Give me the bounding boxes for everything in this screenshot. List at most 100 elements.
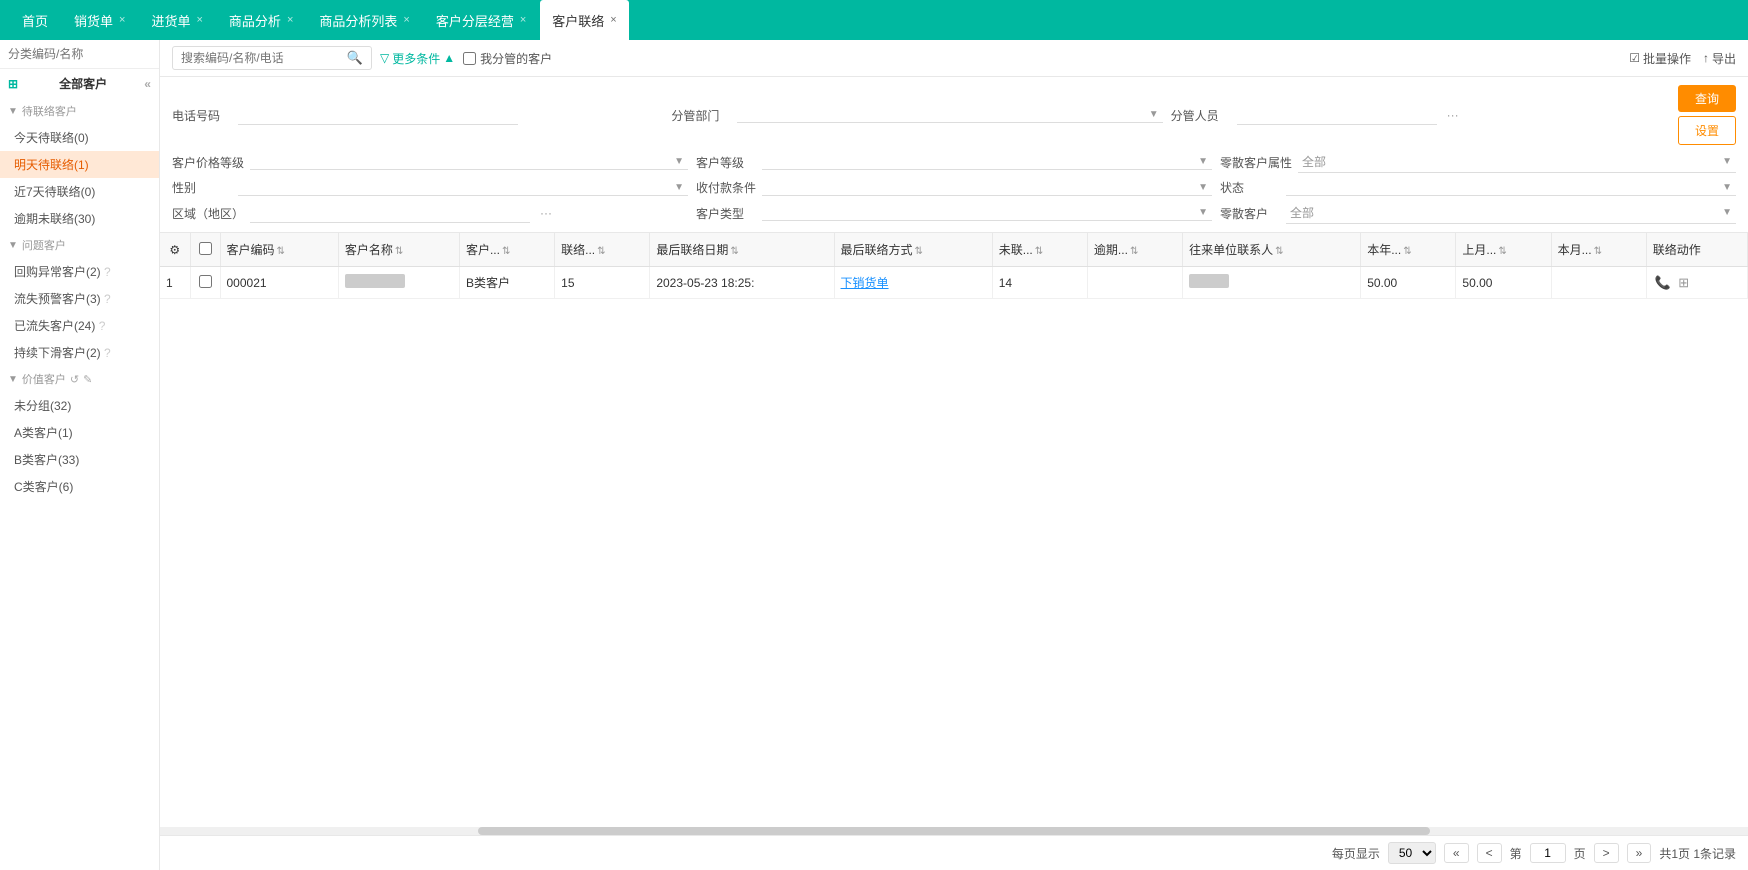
sort-icon-count[interactable]: ⇅ [597, 246, 605, 257]
search-input[interactable] [181, 51, 343, 65]
price-level-select[interactable]: ▼ [250, 154, 688, 170]
retail-customer-select[interactable]: 全部 ▼ [1286, 202, 1736, 224]
nav-close-product-list[interactable]: × [403, 14, 409, 26]
phone-action-icon[interactable]: 📞 [1655, 275, 1671, 290]
nav-product-analysis-list[interactable]: 商品分析列表 × [307, 0, 421, 40]
sidebar-item-churned[interactable]: 已流失客户(24) ? [0, 312, 159, 339]
col-contact-person: 往来单位联系人⇅ [1183, 233, 1361, 267]
chevron-down-icon-6: ▼ [1198, 182, 1208, 193]
col-checkbox[interactable] [190, 233, 220, 267]
sidebar-item-7day-pending[interactable]: 近7天待联络(0) [0, 178, 159, 205]
last-page-btn[interactable]: » [1627, 843, 1652, 863]
grid-action-icon[interactable]: ⊞ [1678, 275, 1689, 290]
col-gear[interactable]: ⚙ [160, 233, 190, 267]
nav-purchase-order[interactable]: 进货单 × [139, 0, 214, 40]
table-row: 1 000021 B类客户 15 2023-05-23 18:25: 下销货单 … [160, 267, 1748, 299]
region-input[interactable] [250, 204, 530, 223]
customer-level-select[interactable]: ▼ [762, 154, 1212, 170]
next-page-btn[interactable]: > [1594, 843, 1619, 863]
page-size-select[interactable]: 50 [1388, 842, 1436, 864]
first-page-btn[interactable]: « [1444, 843, 1469, 863]
last-method-link[interactable]: 下销货单 [841, 276, 889, 290]
chevron-down-icon-3: ▼ [1198, 156, 1208, 167]
filter-status: 状态 ▼ [1220, 179, 1736, 196]
query-button[interactable]: 查询 [1678, 85, 1736, 112]
nav-home[interactable]: 首页 [10, 0, 60, 40]
total-record-label: 共1页 1条记录 [1659, 845, 1736, 862]
nav-close-purchase[interactable]: × [196, 14, 202, 26]
search-icon[interactable]: 🔍 [347, 50, 363, 66]
phone-input[interactable] [238, 106, 518, 125]
nav-customer-contact[interactable]: 客户联络 × [540, 0, 628, 40]
edit-icon[interactable]: ✎ [83, 373, 92, 386]
filter-customer-type: 客户类型 ▼ [696, 205, 1212, 222]
retail-attr-select[interactable]: 全部 ▼ [1298, 151, 1736, 173]
footer: 每页显示 50 « < 第 页 > » 共1页 1条记录 [160, 835, 1748, 870]
sidebar-item-class-a[interactable]: A类客户(1) [0, 419, 159, 446]
cell-customer-name [338, 267, 459, 299]
my-customers-checkbox-label[interactable]: 我分管的客户 [463, 50, 552, 67]
col-last-contact-date: 最后联络日期⇅ [650, 233, 834, 267]
sort-icon-name[interactable]: ⇅ [395, 246, 403, 257]
cell-this-month [1551, 267, 1646, 299]
more-icon[interactable]: ··· [1447, 108, 1459, 122]
export-btn[interactable]: ↑ 导出 [1703, 50, 1736, 67]
sort-icon-year[interactable]: ⇅ [1403, 246, 1411, 257]
sidebar-item-overdue-pending[interactable]: 逾期未联络(30) [0, 205, 159, 232]
sort-icon-date[interactable]: ⇅ [730, 246, 738, 257]
sort-icon-lmonth[interactable]: ⇅ [1498, 246, 1506, 257]
sort-icon-tmonth[interactable]: ⇅ [1594, 246, 1602, 257]
sidebar-search-bar: 🔍 [0, 40, 159, 69]
status-select[interactable]: ▼ [1286, 180, 1736, 196]
sidebar-item-tomorrow-pending[interactable]: 明天待联络(1) [0, 151, 159, 178]
sidebar-item-declining[interactable]: 持续下滑客户(2) ? [0, 339, 159, 366]
sidebar-item-class-c[interactable]: C类客户(6) [0, 473, 159, 500]
sort-icon-type[interactable]: ⇅ [502, 246, 510, 257]
nav-close-customer-tier[interactable]: × [520, 14, 526, 26]
nav-customer-tier[interactable]: 客户分层经营 × [424, 0, 538, 40]
prev-page-btn[interactable]: < [1477, 843, 1502, 863]
sidebar-collapse-icon[interactable]: « [144, 77, 151, 91]
col-this-month: 本月...⇅ [1551, 233, 1646, 267]
nav-product-analysis[interactable]: 商品分析 × [217, 0, 305, 40]
cell-unlinkdays: 14 [992, 267, 1087, 299]
sidebar-item-repurchase-abnormal[interactable]: 回购异常客户(2) ? [0, 258, 159, 285]
nav-close-product-analysis[interactable]: × [287, 14, 293, 26]
sidebar-item-class-b[interactable]: B类客户(33) [0, 446, 159, 473]
sidebar-item-churn-warning[interactable]: 流失预警客户(3) ? [0, 285, 159, 312]
sidebar-search-input[interactable] [8, 47, 160, 61]
sidebar-item-today-pending[interactable]: 今天待联络(0) [0, 124, 159, 151]
sort-icon-method[interactable]: ⇅ [915, 246, 923, 257]
payment-select[interactable]: ▼ [762, 180, 1212, 196]
region-more-icon[interactable]: ··· [540, 206, 552, 220]
table-container: ⚙ 客户编码⇅ 客户名称⇅ 客户...⇅ 联络...⇅ 最后联络日期⇅ 最后联络… [160, 233, 1748, 827]
more-conditions-btn[interactable]: ▽ 更多条件 ▲ [380, 50, 455, 67]
manager-input[interactable] [1237, 106, 1437, 125]
nav-sales-order[interactable]: 销货单 × [62, 0, 137, 40]
sort-icon-overdue[interactable]: ⇅ [1130, 246, 1138, 257]
sidebar-all-customers[interactable]: ⊞ 全部客户 « [0, 69, 159, 98]
sort-icon-person[interactable]: ⇅ [1275, 246, 1283, 257]
sort-icon-code[interactable]: ⇅ [277, 246, 285, 257]
horizontal-scrollbar[interactable] [160, 827, 1748, 835]
sidebar-item-ungrouped[interactable]: 未分组(32) [0, 392, 159, 419]
cell-checkbox[interactable] [190, 267, 220, 299]
batch-op-btn[interactable]: ☑ 批量操作 [1629, 50, 1691, 67]
nav-close-sales[interactable]: × [119, 14, 125, 26]
page-number-input[interactable] [1530, 843, 1566, 863]
row-checkbox[interactable] [199, 275, 212, 288]
filter-buttons: 查询 设置 [1678, 85, 1736, 145]
my-customers-checkbox[interactable] [463, 52, 476, 65]
set-button[interactable]: 设置 [1678, 116, 1736, 145]
sort-icon-unlink[interactable]: ⇅ [1035, 246, 1043, 257]
nav-close-customer-contact[interactable]: × [610, 14, 616, 26]
customer-type-select[interactable]: ▼ [762, 205, 1212, 221]
table-header-row: ⚙ 客户编码⇅ 客户名称⇅ 客户...⇅ 联络...⇅ 最后联络日期⇅ 最后联络… [160, 233, 1748, 267]
col-overdue: 逾期...⇅ [1087, 233, 1182, 267]
chevron-down-icon-2: ▼ [674, 156, 684, 167]
dept-select[interactable]: ▼ [737, 107, 1162, 123]
refresh-icon[interactable]: ↺ [70, 373, 79, 386]
gender-select[interactable]: ▼ [238, 180, 688, 196]
grid-icon: ⊞ [8, 77, 18, 91]
select-all-checkbox[interactable] [199, 242, 212, 255]
